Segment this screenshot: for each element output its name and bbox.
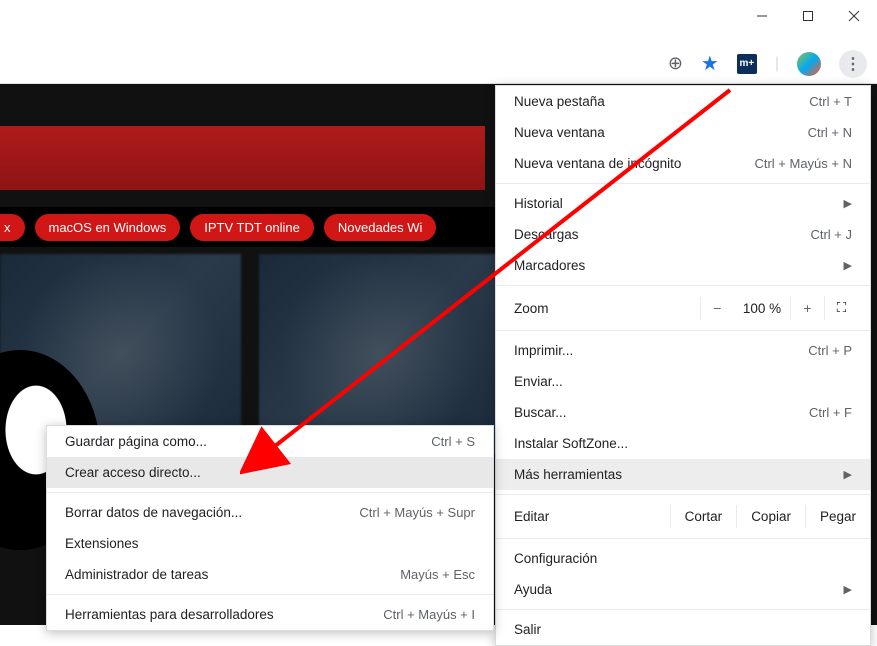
shortcut-text: Ctrl + S (431, 434, 475, 449)
shortcut-text: Ctrl + J (810, 227, 852, 242)
nav-pill-row: x macOS en Windows IPTV TDT online Noved… (0, 207, 540, 247)
menu-item-send[interactable]: Enviar... (496, 366, 870, 397)
nav-pill[interactable]: macOS en Windows (35, 214, 181, 241)
menu-label: Herramientas para desarrolladores (65, 607, 383, 622)
submenu-item-save-page[interactable]: Guardar página como...Ctrl + S (47, 426, 493, 457)
zoom-controls: − 100 % + ⛶ (700, 296, 858, 320)
submenu-arrow-icon: ▶ (844, 583, 852, 596)
menu-item-downloads[interactable]: DescargasCtrl + J (496, 219, 870, 250)
extension-icon[interactable]: m+ (737, 54, 757, 74)
submenu-item-task-manager[interactable]: Administrador de tareasMayús + Esc (47, 559, 493, 590)
submenu-item-clear-data[interactable]: Borrar datos de navegación...Ctrl + Mayú… (47, 497, 493, 528)
submenu-item-extensions[interactable]: Extensiones (47, 528, 493, 559)
menu-label: Editar (514, 509, 670, 524)
profile-avatar[interactable] (797, 52, 821, 76)
menu-item-new-tab[interactable]: Nueva pestañaCtrl + T (496, 86, 870, 117)
site-header-banner (0, 126, 485, 190)
menu-item-new-window[interactable]: Nueva ventanaCtrl + N (496, 117, 870, 148)
menu-label: Guardar página como... (65, 434, 431, 449)
menu-label: Ayuda (514, 582, 844, 597)
copy-button[interactable]: Copiar (736, 505, 805, 528)
menu-label: Imprimir... (514, 343, 808, 358)
chrome-main-menu: Nueva pestañaCtrl + T Nueva ventanaCtrl … (495, 85, 871, 646)
menu-item-settings[interactable]: Configuración (496, 543, 870, 574)
menu-label: Nueva ventana de incógnito (514, 156, 754, 171)
menu-label: Administrador de tareas (65, 567, 400, 582)
menu-label: Crear acceso directo... (65, 465, 475, 480)
maximize-button[interactable] (785, 0, 831, 32)
add-icon[interactable]: ⊕ (668, 53, 683, 74)
shortcut-text: Mayús + Esc (400, 567, 475, 582)
toolbar-divider: | (775, 55, 779, 73)
menu-label: Borrar datos de navegación... (65, 505, 359, 520)
minimize-button[interactable] (739, 0, 785, 32)
menu-separator (47, 594, 493, 595)
browser-toolbar: ⊕ ★ m+ | ⋮ (0, 44, 877, 84)
menu-label: Buscar... (514, 405, 809, 420)
window-controls (739, 0, 877, 32)
menu-label: Salir (514, 622, 852, 637)
submenu-arrow-icon: ▶ (844, 468, 852, 481)
shortcut-text: Ctrl + Mayús + Supr (359, 505, 475, 520)
nav-pill[interactable]: IPTV TDT online (190, 214, 314, 241)
menu-label: Marcadores (514, 258, 844, 273)
nav-pill[interactable]: Novedades Wi (324, 214, 437, 241)
submenu-item-dev-tools[interactable]: Herramientas para desarrolladoresCtrl + … (47, 599, 493, 630)
menu-separator (496, 330, 870, 331)
menu-separator (496, 183, 870, 184)
menu-item-bookmarks[interactable]: Marcadores▶ (496, 250, 870, 281)
zoom-out-button[interactable]: − (700, 297, 734, 320)
shortcut-text: Ctrl + Mayús + N (754, 156, 852, 171)
menu-separator (496, 285, 870, 286)
menu-item-find[interactable]: Buscar...Ctrl + F (496, 397, 870, 428)
shortcut-text: Ctrl + P (808, 343, 852, 358)
nav-pill[interactable]: x (0, 214, 25, 241)
menu-item-history[interactable]: Historial▶ (496, 188, 870, 219)
menu-label: Más herramientas (514, 467, 844, 482)
thumbnail[interactable] (259, 254, 500, 454)
shortcut-text: Ctrl + N (808, 125, 852, 140)
menu-item-edit: Editar Cortar Copiar Pegar (496, 499, 870, 534)
zoom-value: 100 % (734, 301, 790, 316)
menu-label: Instalar SoftZone... (514, 436, 852, 451)
close-button[interactable] (831, 0, 877, 32)
shortcut-text: Ctrl + F (809, 405, 852, 420)
menu-item-exit[interactable]: Salir (496, 614, 870, 645)
menu-separator (496, 538, 870, 539)
shortcut-text: Ctrl + Mayús + I (383, 607, 475, 622)
menu-item-incognito[interactable]: Nueva ventana de incógnitoCtrl + Mayús +… (496, 148, 870, 179)
menu-label: Nueva pestaña (514, 94, 809, 109)
menu-label: Configuración (514, 551, 852, 566)
submenu-item-create-shortcut[interactable]: Crear acceso directo... (47, 457, 493, 488)
kebab-menu-icon[interactable]: ⋮ (839, 50, 867, 78)
menu-separator (47, 492, 493, 493)
submenu-arrow-icon: ▶ (844, 259, 852, 272)
menu-label: Nueva ventana (514, 125, 808, 140)
menu-item-install[interactable]: Instalar SoftZone... (496, 428, 870, 459)
menu-item-zoom: Zoom − 100 % + ⛶ (496, 290, 870, 326)
menu-label: Descargas (514, 227, 810, 242)
menu-label: Historial (514, 196, 844, 211)
menu-separator (496, 494, 870, 495)
menu-label: Extensiones (65, 536, 475, 551)
submenu-arrow-icon: ▶ (844, 197, 852, 210)
fullscreen-icon[interactable]: ⛶ (824, 296, 858, 320)
menu-separator (496, 609, 870, 610)
menu-item-help[interactable]: Ayuda▶ (496, 574, 870, 605)
more-tools-submenu: Guardar página como...Ctrl + S Crear acc… (46, 425, 494, 631)
cut-button[interactable]: Cortar (670, 505, 737, 528)
shortcut-text: Ctrl + T (809, 94, 852, 109)
zoom-in-button[interactable]: + (790, 297, 824, 320)
menu-item-more-tools[interactable]: Más herramientas▶ (496, 459, 870, 490)
bookmark-star-icon[interactable]: ★ (701, 51, 719, 76)
menu-label: Zoom (514, 301, 700, 316)
menu-item-print[interactable]: Imprimir...Ctrl + P (496, 335, 870, 366)
menu-label: Enviar... (514, 374, 852, 389)
paste-button[interactable]: Pegar (805, 505, 870, 528)
